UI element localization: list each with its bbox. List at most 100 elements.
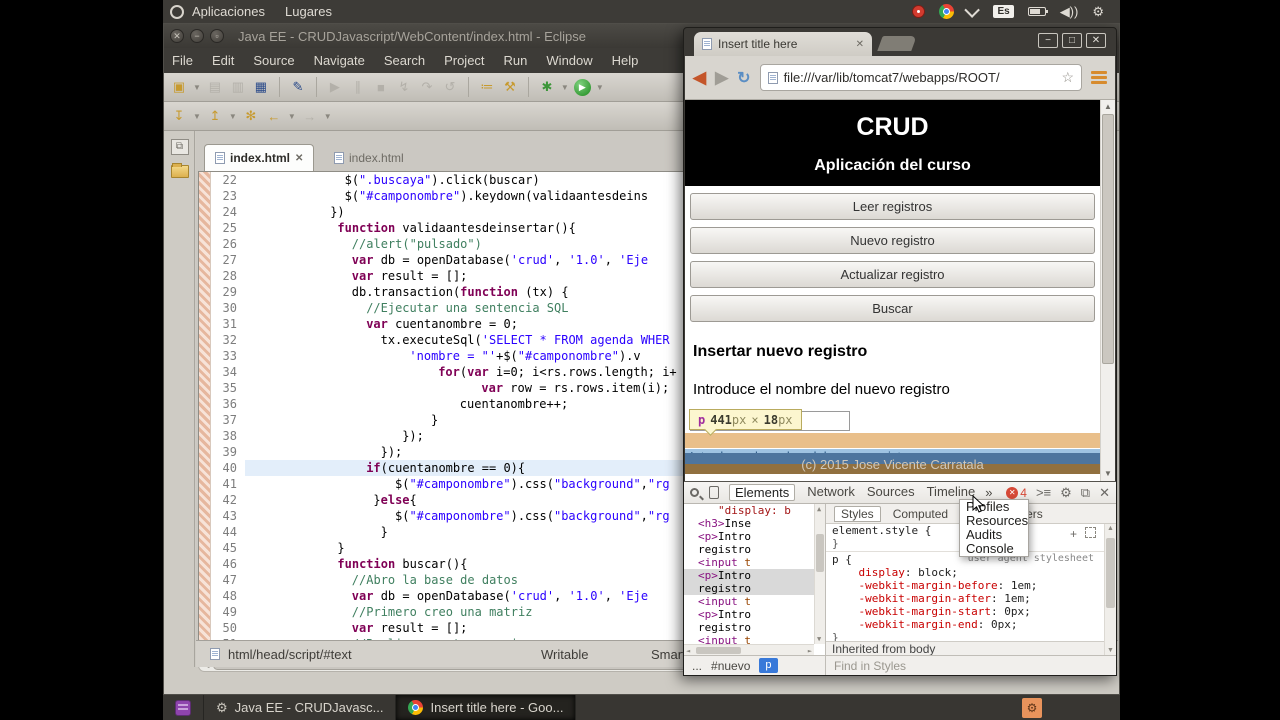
dock-side-icon[interactable]: ⧉ (1081, 485, 1090, 501)
forward-icon[interactable]: → (301, 107, 319, 125)
scroll-left-icon[interactable]: ◄ (686, 647, 690, 655)
dom-node-row[interactable]: registro (684, 621, 825, 634)
step-into-icon[interactable]: ↯ (395, 78, 413, 96)
import-dropdown-icon[interactable]: ▼ (193, 112, 201, 121)
dom-hscroll-thumb[interactable] (696, 647, 741, 654)
external-tools-icon[interactable]: ✱ (538, 78, 556, 96)
keyboard-layout-indicator[interactable]: Es (993, 5, 1014, 18)
import-icon[interactable]: ↧ (170, 107, 188, 125)
breadcrumb-nuevo[interactable]: #nuevo (711, 659, 750, 673)
save-icon[interactable]: ▤ (206, 78, 224, 96)
menu-edit[interactable]: Edit (212, 53, 234, 68)
dom-node-row[interactable]: registro (684, 582, 825, 595)
devtools-tab-network[interactable]: Network (807, 484, 855, 501)
menu-item-profiles[interactable]: Profiles (960, 500, 1028, 514)
dom-node-row[interactable]: <p>Intro (684, 608, 825, 621)
screen-recorder-icon[interactable] (912, 5, 926, 18)
scroll-thumb[interactable] (1102, 114, 1114, 364)
external-tools-dropdown-icon[interactable]: ▼ (561, 83, 569, 92)
devtools-overflow-chevron[interactable]: » (985, 485, 992, 500)
styles-vscrollbar[interactable]: ▲ ▼ (1104, 524, 1116, 655)
workspace-switcher-icon[interactable] (175, 699, 191, 716)
device-mode-icon[interactable] (709, 486, 719, 499)
new-wizard-icon[interactable]: ▣ (170, 78, 188, 96)
menu-file[interactable]: File (172, 53, 193, 68)
inherited-from-body-section[interactable]: Inherited from body (826, 641, 1104, 655)
find-in-styles-input[interactable]: Find in Styles (826, 659, 906, 673)
dom-hscrollbar[interactable]: ◄ ► (684, 644, 814, 655)
dom-node-row[interactable]: <p>Intro (684, 530, 825, 543)
settings-gear-icon[interactable]: ⚙ (1060, 485, 1072, 501)
restore-view-icon[interactable]: ⧉ (170, 139, 189, 155)
new-dropdown-icon[interactable]: ▼ (193, 83, 201, 92)
page-scrollbar[interactable]: ▲ ▼ (1100, 100, 1115, 481)
forward-icon[interactable]: ▶ (715, 68, 728, 88)
run-dropdown-icon[interactable]: ▼ (596, 83, 604, 92)
back-icon[interactable]: ← (265, 107, 283, 125)
crud-button-nuevo-registro[interactable]: Nuevo registro (690, 227, 1095, 254)
stop-icon[interactable]: ■ (372, 78, 390, 96)
scroll-up-icon[interactable]: ▲ (817, 505, 821, 513)
maximize-window-icon[interactable]: ▫ (210, 29, 224, 43)
url-bar[interactable]: file:///var/lib/tomcat7/webapps/ROOT/ ☆ (759, 64, 1082, 91)
mark-occurrences-icon[interactable]: ≔ (478, 78, 496, 96)
recorder-task-icon[interactable]: ⚙ (1022, 697, 1042, 718)
dom-vscrollbar[interactable]: ▲ ▼ (814, 504, 825, 644)
css-property-row[interactable]: -webkit-margin-before: 1em; (826, 579, 1116, 592)
run-button[interactable]: ▶ (573, 78, 591, 96)
battery-icon[interactable] (1027, 7, 1048, 16)
forward-dropdown-icon[interactable]: ▼ (324, 112, 332, 121)
dom-node-row[interactable]: "display: b (684, 504, 825, 517)
dom-node-row[interactable]: <input t (684, 595, 825, 608)
menu-item-resources[interactable]: Resources (960, 514, 1028, 528)
crud-button-buscar[interactable]: Buscar (690, 295, 1095, 322)
crud-button-leer-registros[interactable]: Leer registros (690, 193, 1095, 220)
css-property-row[interactable]: -webkit-margin-after: 1em; (826, 592, 1116, 605)
annotate-pen-icon[interactable]: ✎ (289, 78, 307, 96)
export-dropdown-icon[interactable]: ▼ (229, 112, 237, 121)
back-icon[interactable]: ◀ (693, 68, 706, 88)
scroll-down-icon[interactable]: ▼ (1107, 647, 1114, 654)
scroll-down-icon[interactable]: ▼ (817, 635, 821, 643)
close-tab-icon[interactable]: ✕ (856, 39, 864, 50)
dom-tree-panel[interactable]: "display: b <h3>Inse <p>Intro registro <inpu… (684, 504, 826, 655)
menu-icon[interactable] (1091, 71, 1107, 84)
task-browser[interactable]: Insert title here - Goo... (396, 695, 576, 720)
step-over-icon[interactable]: ↷ (418, 78, 436, 96)
debug-run-icon[interactable]: ▶ (326, 78, 344, 96)
session-gear-icon[interactable]: ⚙ (1092, 5, 1104, 18)
network-indicator-icon[interactable] (964, 2, 981, 18)
task-eclipse[interactable]: ⚙ Java EE - CRUDJavasc... (204, 695, 395, 720)
menu-item-audits[interactable]: Audits (960, 528, 1028, 542)
breadcrumb-p-selected[interactable]: p (759, 658, 778, 673)
dom-node-row[interactable]: <h3>Inse (684, 517, 825, 530)
menu-aplicaciones[interactable]: Aplicaciones (192, 4, 265, 19)
menu-item-console[interactable]: Console (960, 542, 1028, 556)
project-explorer-icon[interactable] (170, 163, 189, 178)
menu-search[interactable]: Search (384, 53, 425, 68)
applications-menu-icon[interactable] (170, 4, 184, 19)
toggle-element-state-icon[interactable] (1085, 527, 1096, 538)
menu-window[interactable]: Window (546, 53, 592, 68)
close-window-icon[interactable]: ✕ (170, 29, 184, 43)
close-tab-icon[interactable]: ✕ (295, 153, 303, 164)
devtools-tab-sources[interactable]: Sources (867, 484, 915, 501)
styles-subtab-styles[interactable]: Styles (834, 505, 881, 522)
browser-tab[interactable]: Insert title here ✕ (694, 32, 872, 56)
inspect-icon[interactable] (690, 488, 699, 497)
crud-button-actualizar-registro[interactable]: Actualizar registro (690, 261, 1095, 288)
maximize-window-icon[interactable]: □ (1062, 33, 1082, 48)
build-icon[interactable]: ⚒ (501, 78, 519, 96)
pause-icon[interactable]: ∥ (349, 78, 367, 96)
minimize-window-icon[interactable]: − (190, 29, 204, 43)
scroll-right-icon[interactable]: ► (808, 647, 812, 655)
css-property-row[interactable]: -webkit-margin-start: 0px; (826, 605, 1116, 618)
minimize-window-icon[interactable]: − (1038, 33, 1058, 48)
last-edit-icon[interactable]: ✻ (242, 107, 260, 125)
css-property-row[interactable]: display: block; (826, 566, 1116, 579)
reload-icon[interactable]: ↻ (737, 68, 750, 88)
close-devtools-icon[interactable]: ✕ (1099, 485, 1110, 501)
tab-index-html-inactive[interactable]: index.html (324, 144, 414, 171)
menu-source[interactable]: Source (253, 53, 294, 68)
scroll-up-icon[interactable]: ▲ (1107, 525, 1114, 532)
